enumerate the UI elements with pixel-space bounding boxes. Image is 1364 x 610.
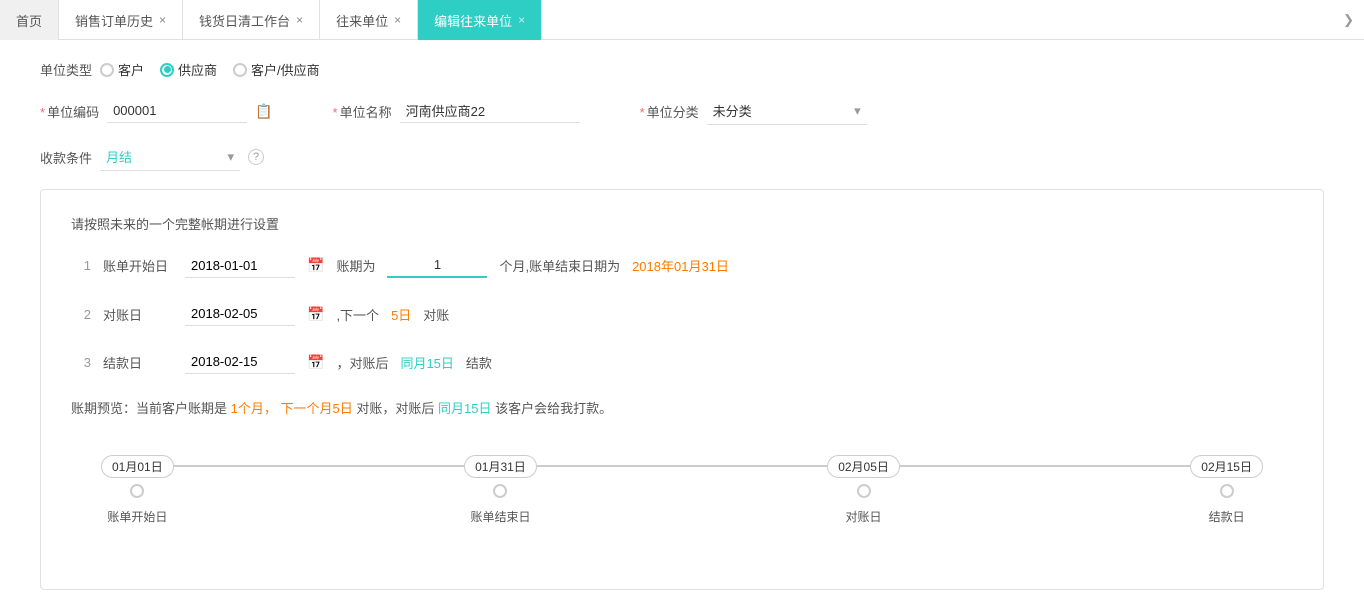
timeline-node-3: 02月15日 结款日 xyxy=(1190,455,1263,525)
node-label-1: 账单结束日 xyxy=(470,508,530,525)
close-icon[interactable]: × xyxy=(296,13,303,27)
calendar-icon-3[interactable]: 📅 xyxy=(307,354,324,371)
radio-icon-supplier xyxy=(160,63,174,77)
reconcile-desc-suffix: 对账 xyxy=(423,305,449,324)
payment-desc-suffix: 结款 xyxy=(466,353,492,372)
settings-panel: 请按照未来的一个完整帐期进行设置 1 账单开始日 📅 账期为 个月,账单结束日期… xyxy=(40,189,1324,590)
node-dot-2 xyxy=(857,484,871,498)
timeline-node-1: 01月31日 账单结束日 xyxy=(464,455,537,525)
calendar-icon-2[interactable]: 📅 xyxy=(307,306,324,323)
timeline-node-0: 01月01日 账单开始日 xyxy=(101,455,174,525)
setting-row-3: 3 结款日 📅 ，对账后 同月15日 结款 xyxy=(71,350,1293,374)
radio-customer[interactable]: 客户 xyxy=(100,60,144,79)
copy-icon[interactable]: 📋 xyxy=(255,103,272,120)
node-date-3: 02月15日 xyxy=(1190,455,1263,478)
preview-text: 账期预览：当前客户账期是 1个月， 下一个月5日 对账，对账后 同月15日 该客… xyxy=(71,398,1293,417)
unit-type-row: 单位类型 客户 供应商 客户/供应商 xyxy=(40,60,1324,79)
timeline-node-2: 02月05日 对账日 xyxy=(827,455,900,525)
tab-cash-work[interactable]: 钱货日清工作台 × xyxy=(183,0,320,40)
panel-title: 请按照未来的一个完整帐期进行设置 xyxy=(71,214,1293,233)
tab-bar: 首页 销售订单历史 × 钱货日清工作台 × 往来单位 × 编辑往来单位 × ❯ xyxy=(0,0,1364,40)
payment-terms-value: 月结 xyxy=(106,147,132,166)
tab-home[interactable]: 首页 xyxy=(0,0,59,40)
close-icon[interactable]: × xyxy=(159,13,166,27)
main-content: 单位类型 客户 供应商 客户/供应商 *单位编码 xyxy=(0,40,1364,610)
help-icon[interactable]: ? xyxy=(248,149,264,165)
node-dot-1 xyxy=(493,484,507,498)
setting-row-1: 1 账单开始日 📅 账期为 个月,账单结束日期为 2018年01月31日 xyxy=(71,253,1293,278)
setting-row-2: 2 对账日 📅 ,下一个 5日 对账 xyxy=(71,302,1293,326)
period-input[interactable] xyxy=(387,253,487,278)
unit-name-field: *单位名称 xyxy=(333,99,580,123)
radio-supplier[interactable]: 供应商 xyxy=(160,60,217,79)
reconcile-highlight: 5日 xyxy=(391,305,411,324)
row-label-1: 账单开始日 xyxy=(103,256,173,275)
unit-category-value: 未分类 xyxy=(713,101,752,120)
tab-more-arrow[interactable]: ❯ xyxy=(1333,0,1364,39)
node-dot-0 xyxy=(130,484,144,498)
unit-code-field: *单位编码 📋 xyxy=(40,99,273,123)
timeline-nodes: 01月01日 账单开始日 01月31日 账单结束日 02月05日 对账日 02月… xyxy=(101,455,1263,525)
node-dot-3 xyxy=(1220,484,1234,498)
unit-type-label: 单位类型 xyxy=(40,60,92,79)
row-num-2: 2 xyxy=(71,307,91,322)
unit-type-radio-group: 客户 供应商 客户/供应商 xyxy=(100,60,320,79)
start-date-input[interactable] xyxy=(185,254,295,278)
row-num-3: 3 xyxy=(71,355,91,370)
timeline: 01月01日 账单开始日 01月31日 账单结束日 02月05日 对账日 02月… xyxy=(71,445,1293,565)
payment-highlight: 同月15日 xyxy=(400,353,453,372)
payment-terms-label: 收款条件 xyxy=(40,148,92,167)
reconcile-date-input[interactable] xyxy=(185,302,295,326)
payment-terms-select[interactable]: 月结 ▾ xyxy=(100,143,240,171)
unit-code-label: *单位编码 xyxy=(40,102,99,121)
node-label-3: 结款日 xyxy=(1209,508,1245,525)
row-label-2: 对账日 xyxy=(103,305,173,324)
period-label: 账期为 xyxy=(336,256,375,275)
node-label-2: 对账日 xyxy=(846,508,882,525)
payment-date-input[interactable] xyxy=(185,350,295,374)
unit-code-input[interactable] xyxy=(107,99,247,123)
unit-category-label: *单位分类 xyxy=(640,102,699,121)
node-date-2: 02月05日 xyxy=(827,455,900,478)
row-num-1: 1 xyxy=(71,258,91,273)
tab-sales-history[interactable]: 销售订单历史 × xyxy=(59,0,183,40)
radio-icon-both xyxy=(233,63,247,77)
payment-terms-field: 收款条件 月结 ▾ ? xyxy=(40,143,264,171)
unit-type-field: 单位类型 客户 供应商 客户/供应商 xyxy=(40,60,320,79)
row-label-3: 结款日 xyxy=(103,353,173,372)
tab-partner-units[interactable]: 往来单位 × xyxy=(320,0,418,40)
tab-edit-partner[interactable]: 编辑往来单位 × xyxy=(418,0,542,40)
calendar-icon-1[interactable]: 📅 xyxy=(307,257,324,274)
radio-icon-customer xyxy=(100,63,114,77)
radio-both[interactable]: 客户/供应商 xyxy=(233,60,320,79)
unit-info-row: *单位编码 📋 *单位名称 *单位分类 未分类 ▾ xyxy=(40,97,1324,125)
period-end-date: 2018年01月31日 xyxy=(632,256,729,275)
close-icon[interactable]: × xyxy=(518,13,525,27)
reconcile-desc-prefix: ,下一个 xyxy=(336,305,379,324)
unit-category-select[interactable]: 未分类 ▾ xyxy=(707,97,867,125)
unit-category-field: *单位分类 未分类 ▾ xyxy=(640,97,867,125)
unit-name-label: *单位名称 xyxy=(333,102,392,121)
period-unit-text: 个月,账单结束日期为 xyxy=(499,256,620,275)
close-icon[interactable]: × xyxy=(394,13,401,27)
chevron-down-icon: ▾ xyxy=(227,149,234,165)
node-date-1: 01月31日 xyxy=(464,455,537,478)
payment-desc-prefix: ，对账后 xyxy=(336,353,388,372)
unit-name-input[interactable] xyxy=(400,99,580,123)
payment-terms-row: 收款条件 月结 ▾ ? xyxy=(40,143,1324,171)
node-date-0: 01月01日 xyxy=(101,455,174,478)
node-label-0: 账单开始日 xyxy=(107,508,167,525)
chevron-down-icon: ▾ xyxy=(854,103,861,119)
